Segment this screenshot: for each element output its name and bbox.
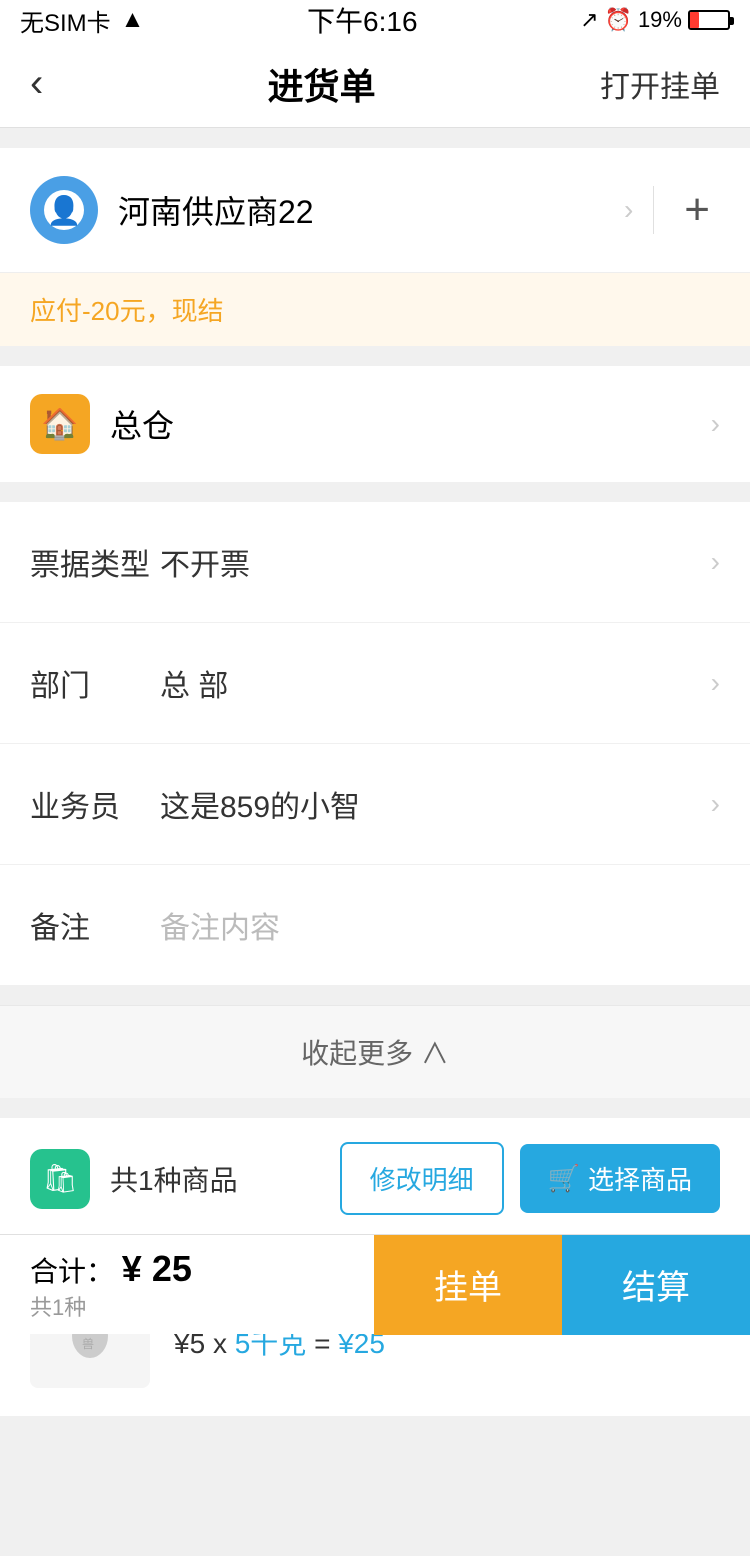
dept-label: 部门 — [30, 661, 160, 705]
warehouse-chevron-icon: › — [711, 408, 720, 440]
supplier-name: 河南供应商22 — [118, 187, 614, 233]
open-pending-button[interactable]: 打开挂单 — [600, 62, 720, 106]
nav-bar: ‹ 进货单 打开挂单 — [0, 40, 750, 128]
status-bar: 无SIM卡 ▲ 下午6:16 ↗ ⏰ 19% — [0, 0, 750, 40]
back-button[interactable]: ‹ — [30, 61, 43, 106]
notice-bar: 应付-20元，现结 — [0, 273, 750, 346]
hang-button[interactable]: 挂单 — [374, 1235, 562, 1335]
supplier-avatar: 👤 — [30, 176, 98, 244]
location-icon: ↗ — [580, 7, 598, 33]
invoice-chevron-icon: › — [711, 546, 720, 578]
checkout-button[interactable]: 结算 — [562, 1235, 750, 1335]
select-product-label: 选择商品 — [588, 1160, 692, 1197]
form-row-salesperson[interactable]: 业务员 这是859的小智 › — [0, 744, 750, 865]
total-label: 合计： — [30, 1256, 114, 1287]
supplier-row[interactable]: 👤 河南供应商22 › + — [0, 148, 750, 273]
salesperson-chevron-icon: › — [711, 788, 720, 820]
product-count: 共1种商品 — [110, 1159, 340, 1199]
battery-percent: 19% — [638, 7, 682, 33]
warehouse-section: 🏠 总仓 › — [0, 366, 750, 482]
remark-value[interactable]: 备注内容 — [160, 903, 720, 947]
remark-label: 备注 — [30, 903, 160, 947]
warehouse-name: 总仓 — [110, 401, 701, 447]
form-row-dept[interactable]: 部门 总 部 › — [0, 623, 750, 744]
salesperson-value: 这是859的小智 — [160, 782, 701, 826]
total-amount: ¥ 25 — [122, 1248, 192, 1289]
alarm-icon: ⏰ — [605, 7, 632, 33]
invoice-label: 票据类型 — [30, 540, 160, 584]
battery-icon — [688, 10, 730, 30]
status-left: 无SIM卡 ▲ — [20, 3, 144, 38]
dept-chevron-icon: › — [711, 667, 720, 699]
collapse-label: 收起更多 ∧ — [301, 1038, 449, 1069]
add-button[interactable]: + — [674, 185, 720, 235]
cart-icon: 🛒 — [548, 1163, 580, 1194]
supplier-chevron-icon: › — [624, 194, 633, 226]
edit-detail-button[interactable]: 修改明细 — [340, 1142, 504, 1215]
warehouse-icon: 🏠 — [30, 394, 90, 454]
form-row-remark[interactable]: 备注 备注内容 — [0, 865, 750, 985]
form-section: 票据类型 不开票 › 部门 总 部 › 业务员 这是859的小智 › 备注 备注… — [0, 502, 750, 985]
status-time: 下午6:16 — [307, 0, 418, 40]
select-product-button[interactable]: 🛒 选择商品 — [520, 1144, 720, 1213]
invoice-value: 不开票 — [160, 540, 701, 584]
notice-text: 应付-20元，现结 — [30, 296, 224, 326]
bottom-bar: 合计： ¥ 25 共1种 挂单 结算 — [0, 1234, 750, 1334]
total-sub: 共1种 — [30, 1290, 344, 1322]
collapse-button[interactable]: 收起更多 ∧ — [0, 1005, 750, 1098]
total-row: 合计： ¥ 25 — [30, 1248, 344, 1290]
product-icon: 🛍 — [30, 1149, 90, 1209]
product-header: 🛍 共1种商品 修改明细 🛒 选择商品 — [0, 1118, 750, 1240]
hang-label: 挂单 — [434, 1260, 502, 1309]
checkout-label: 结算 — [622, 1260, 690, 1309]
signal-text: 无SIM卡 — [20, 3, 111, 38]
total-section: 合计： ¥ 25 共1种 — [0, 1248, 374, 1322]
page-title: 进货单 — [268, 58, 376, 110]
form-row-invoice[interactable]: 票据类型 不开票 › — [0, 502, 750, 623]
wifi-icon: ▲ — [121, 6, 145, 34]
svg-text:兽: 兽 — [82, 1337, 94, 1351]
supplier-avatar-face: 👤 — [47, 194, 82, 227]
salesperson-label: 业务员 — [30, 782, 160, 826]
status-right: ↗ ⏰ 19% — [580, 7, 730, 33]
divider — [653, 186, 654, 234]
dept-value: 总 部 — [160, 661, 701, 705]
warehouse-row[interactable]: 🏠 总仓 › — [0, 366, 750, 482]
supplier-section: 👤 河南供应商22 › + 应付-20元，现结 — [0, 148, 750, 346]
main-content: 👤 河南供应商22 › + 应付-20元，现结 🏠 总仓 › 票据类型 不开票 … — [0, 148, 750, 1556]
